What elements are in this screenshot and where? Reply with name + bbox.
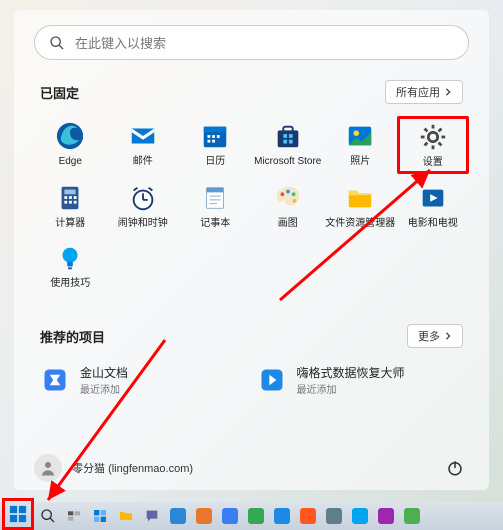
- app-icon: [300, 508, 316, 524]
- taskbar-app[interactable]: [218, 504, 242, 528]
- widgets-icon: [92, 508, 108, 524]
- edge-icon: [54, 120, 86, 152]
- tips-icon: [54, 242, 86, 274]
- pinned-grid: Edge 邮件 日历 Microsoft Store 照片 设置 计算器 闹钟: [34, 116, 469, 294]
- calculator-icon: [54, 182, 86, 214]
- app-icon: [170, 508, 186, 524]
- taskbar-explorer[interactable]: [114, 504, 138, 528]
- store-icon: [272, 120, 304, 152]
- app-paint[interactable]: 画图: [252, 178, 325, 234]
- taskbar-app[interactable]: [192, 504, 216, 528]
- start-menu: 在此键入以搜索 已固定 所有应用 Edge 邮件 日历 Microsoft St…: [14, 10, 489, 490]
- app-explorer[interactable]: 文件资源管理器: [324, 178, 397, 234]
- gear-icon: [417, 121, 449, 153]
- app-icon: [257, 365, 287, 395]
- app-icon: [352, 508, 368, 524]
- app-icon: [222, 508, 238, 524]
- taskbar-chat[interactable]: [140, 504, 164, 528]
- recommended-title: 推荐的项目: [40, 327, 105, 346]
- chat-icon: [144, 508, 160, 524]
- search-icon: [49, 35, 65, 51]
- app-alarms[interactable]: 闹钟和时钟: [107, 178, 180, 234]
- start-footer: 零分猫 (lingfenmao.com): [34, 454, 469, 482]
- photos-icon: [344, 120, 376, 152]
- taskbar-taskview[interactable]: [62, 504, 86, 528]
- search-placeholder: 在此键入以搜索: [75, 33, 166, 52]
- pinned-title: 已固定: [40, 83, 79, 102]
- recommended-list: 金山文档 最近添加 嗨格式数据恢复大师 最近添加: [34, 360, 469, 400]
- app-movies[interactable]: 电影和电视: [397, 178, 470, 234]
- pinned-header: 已固定 所有应用: [34, 80, 469, 104]
- chevron-right-icon: [444, 88, 452, 96]
- folder-icon: [344, 182, 376, 214]
- app-mail[interactable]: 邮件: [107, 116, 180, 174]
- calendar-icon: [199, 120, 231, 152]
- app-icon: [248, 508, 264, 524]
- app-notepad[interactable]: 记事本: [179, 178, 252, 234]
- app-calendar[interactable]: 日历: [179, 116, 252, 174]
- paint-icon: [272, 182, 304, 214]
- windows-icon: [9, 505, 27, 523]
- taskbar-app[interactable]: [270, 504, 294, 528]
- all-apps-button[interactable]: 所有应用: [385, 80, 463, 104]
- taskview-icon: [66, 508, 82, 524]
- app-icon: [40, 365, 70, 395]
- user-account[interactable]: 零分猫 (lingfenmao.com): [34, 454, 193, 482]
- app-tips[interactable]: 使用技巧: [34, 238, 107, 294]
- more-button[interactable]: 更多: [407, 324, 463, 348]
- power-icon: [446, 459, 464, 477]
- taskbar-search[interactable]: [36, 504, 60, 528]
- app-calculator[interactable]: 计算器: [34, 178, 107, 234]
- movies-icon: [417, 182, 449, 214]
- taskbar-app[interactable]: [244, 504, 268, 528]
- search-icon: [40, 508, 56, 524]
- app-icon: [196, 508, 212, 524]
- start-button[interactable]: [2, 498, 34, 530]
- mail-icon: [127, 120, 159, 152]
- recommended-item[interactable]: 嗨格式数据恢复大师 最近添加: [257, 364, 464, 396]
- clock-icon: [127, 182, 159, 214]
- search-input[interactable]: 在此键入以搜索: [34, 25, 469, 60]
- taskbar-app[interactable]: [322, 504, 346, 528]
- notepad-icon: [199, 182, 231, 214]
- app-store[interactable]: Microsoft Store: [252, 116, 325, 174]
- recommended-header: 推荐的项目 更多: [34, 324, 469, 348]
- recommended-item[interactable]: 金山文档 最近添加: [40, 364, 247, 396]
- avatar-icon: [34, 454, 62, 482]
- app-icon: [404, 508, 420, 524]
- app-icon: [274, 508, 290, 524]
- taskbar-app[interactable]: [166, 504, 190, 528]
- chevron-right-icon: [444, 332, 452, 340]
- taskbar-app[interactable]: [400, 504, 424, 528]
- app-settings[interactable]: 设置: [397, 116, 470, 174]
- power-button[interactable]: [441, 454, 469, 482]
- taskbar-app[interactable]: [296, 504, 320, 528]
- app-icon: [378, 508, 394, 524]
- taskbar-app[interactable]: [348, 504, 372, 528]
- folder-icon: [118, 508, 134, 524]
- taskbar: [0, 502, 503, 530]
- app-icon: [326, 508, 342, 524]
- app-photos[interactable]: 照片: [324, 116, 397, 174]
- app-edge[interactable]: Edge: [34, 116, 107, 174]
- taskbar-app[interactable]: [374, 504, 398, 528]
- taskbar-widgets[interactable]: [88, 504, 112, 528]
